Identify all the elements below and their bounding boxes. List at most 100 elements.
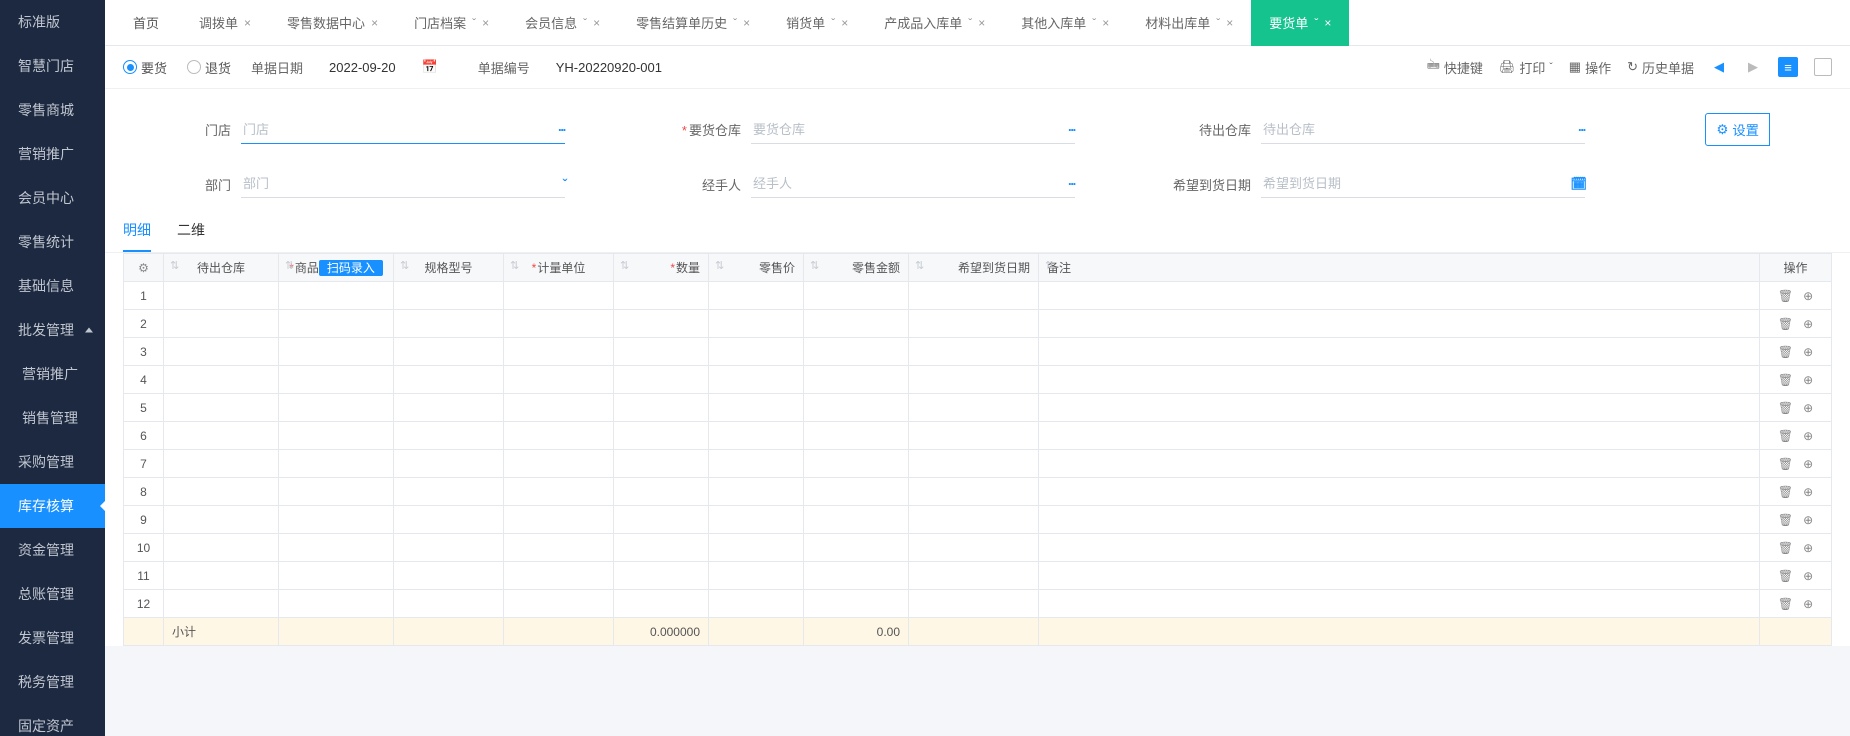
col-retail-price[interactable]: 零售价 (709, 254, 804, 282)
sidebar-item-10[interactable]: 采购管理 (0, 440, 105, 484)
sidebar-item-3[interactable]: 营销推广 (0, 132, 105, 176)
add-icon[interactable]: ⊕ (1803, 485, 1813, 499)
print-link[interactable]: 🖨打印ˇ (1499, 58, 1553, 77)
close-icon[interactable]: × (482, 16, 489, 30)
col-product[interactable]: *商品扫码录入 (279, 254, 394, 282)
sidebar-item-16[interactable]: 固定资产 (0, 704, 105, 736)
table-row[interactable]: 4🗑⊕ (124, 366, 1832, 394)
radio-return[interactable]: 退货 (187, 58, 231, 77)
close-icon[interactable]: × (841, 16, 848, 30)
delete-icon[interactable]: 🗑 (1778, 317, 1793, 331)
shortcut-link[interactable]: 🖮快捷键 (1427, 56, 1483, 78)
ellipsis-icon[interactable]: ··· (1068, 177, 1075, 192)
sidebar-item-2[interactable]: 零售商城 (0, 88, 105, 132)
add-icon[interactable]: ⊕ (1803, 317, 1813, 331)
chevron-down-icon[interactable]: ˇ (968, 16, 972, 30)
sidebar-item-11[interactable]: 库存核算 (0, 484, 105, 528)
sidebar-item-15[interactable]: 税务管理 (0, 660, 105, 704)
add-icon[interactable]: ⊕ (1803, 513, 1813, 527)
scan-badge[interactable]: 扫码录入 (319, 260, 383, 276)
add-icon[interactable]: ⊕ (1803, 569, 1813, 583)
table-row[interactable]: 10🗑⊕ (124, 534, 1832, 562)
delete-icon[interactable]: 🗑 (1778, 345, 1793, 359)
col-unit[interactable]: *计量单位 (504, 254, 614, 282)
col-out-wh[interactable]: 待出仓库 (164, 254, 279, 282)
close-icon[interactable]: × (1324, 16, 1331, 30)
chevron-down-icon[interactable]: ˇ (831, 16, 835, 30)
close-icon[interactable]: × (1102, 16, 1109, 30)
sidebar-item-1[interactable]: 智慧门店 (0, 44, 105, 88)
close-icon[interactable]: × (244, 16, 251, 30)
ellipsis-icon[interactable]: ··· (558, 122, 565, 137)
tab-6[interactable]: 产成品入库单ˇ× (866, 0, 1003, 46)
delete-icon[interactable]: 🗑 (1778, 569, 1793, 583)
col-retail-amount[interactable]: 零售金额 (804, 254, 909, 282)
close-icon[interactable]: × (743, 16, 750, 30)
add-icon[interactable]: ⊕ (1803, 597, 1813, 611)
table-row[interactable]: 6🗑⊕ (124, 422, 1832, 450)
out-warehouse-input[interactable] (1261, 116, 1585, 144)
table-row[interactable]: 5🗑⊕ (124, 394, 1832, 422)
sidebar-item-12[interactable]: 资金管理 (0, 528, 105, 572)
handler-input[interactable] (751, 170, 1075, 198)
tab-home[interactable]: 首页 (111, 0, 181, 46)
table-row[interactable]: 1🗑⊕ (124, 282, 1832, 310)
settings-button[interactable]: ⚙设置 (1705, 113, 1770, 146)
page-prev[interactable]: ◀ (1710, 59, 1728, 75)
table-row[interactable]: 2🗑⊕ (124, 310, 1832, 338)
hope-date-input[interactable] (1261, 170, 1585, 198)
col-remark[interactable]: 备注 (1039, 254, 1760, 282)
sidebar-item-9[interactable]: 销售管理 (0, 396, 105, 440)
tab-4[interactable]: 零售结算单历史ˇ× (618, 0, 768, 46)
dept-input[interactable] (241, 170, 565, 198)
delete-icon[interactable]: 🗑 (1778, 457, 1793, 471)
tab-8[interactable]: 材料出库单ˇ× (1127, 0, 1251, 46)
delete-icon[interactable]: 🗑 (1778, 485, 1793, 499)
sidebar-item-13[interactable]: 总账管理 (0, 572, 105, 616)
delete-icon[interactable]: 🗑 (1778, 373, 1793, 387)
chevron-down-icon[interactable]: ˇ (472, 16, 476, 30)
table-row[interactable]: 8🗑⊕ (124, 478, 1832, 506)
delete-icon[interactable]: 🗑 (1778, 597, 1793, 611)
ellipsis-icon[interactable]: ··· (1578, 122, 1585, 137)
req-warehouse-input[interactable] (751, 116, 1075, 144)
delete-icon[interactable]: 🗑 (1778, 401, 1793, 415)
calendar-icon[interactable]: 🗓 (1570, 176, 1585, 192)
add-icon[interactable]: ⊕ (1803, 401, 1813, 415)
tab-0[interactable]: 调拨单× (181, 0, 269, 46)
add-icon[interactable]: ⊕ (1803, 541, 1813, 555)
sidebar-item-6[interactable]: 基础信息 (0, 264, 105, 308)
expand-icon[interactable] (1814, 58, 1832, 76)
delete-icon[interactable]: 🗑 (1778, 429, 1793, 443)
sidebar-item-7[interactable]: 批发管理 (0, 308, 105, 352)
table-row[interactable]: 11🗑⊕ (124, 562, 1832, 590)
sidebar-item-4[interactable]: 会员中心 (0, 176, 105, 220)
tab-9[interactable]: 要货单ˇ× (1251, 0, 1349, 46)
add-icon[interactable]: ⊕ (1803, 289, 1813, 303)
delete-icon[interactable]: 🗑 (1778, 513, 1793, 527)
sidebar-item-8[interactable]: 营销推广 (0, 352, 105, 396)
ellipsis-icon[interactable]: ··· (1068, 122, 1075, 137)
chevron-down-icon[interactable]: ˇ (563, 177, 565, 192)
table-row[interactable]: 3🗑⊕ (124, 338, 1832, 366)
add-icon[interactable]: ⊕ (1803, 457, 1813, 471)
col-hope-date[interactable]: 希望到货日期 (909, 254, 1039, 282)
col-spec[interactable]: 规格型号 (394, 254, 504, 282)
doc-date-value[interactable]: 2022-09-20 (329, 60, 396, 75)
operate-link[interactable]: ▦操作 (1569, 58, 1611, 77)
chevron-down-icon[interactable]: ˇ (1314, 16, 1318, 30)
add-icon[interactable]: ⊕ (1803, 429, 1813, 443)
chevron-down-icon[interactable]: ˇ (733, 16, 737, 30)
page-next[interactable]: ▶ (1744, 59, 1762, 75)
store-input[interactable] (241, 116, 565, 144)
col-qty[interactable]: *数量 (614, 254, 709, 282)
col-gear[interactable]: ⚙ (124, 254, 164, 282)
radio-request[interactable]: 要货 (123, 58, 167, 77)
ctab-detail[interactable]: 明细 (123, 208, 151, 252)
add-icon[interactable]: ⊕ (1803, 373, 1813, 387)
list-view-icon[interactable]: ≡ (1778, 57, 1798, 77)
chevron-down-icon[interactable]: ˇ (1092, 16, 1096, 30)
sidebar-item-0[interactable]: 标准版 (0, 0, 105, 44)
sidebar-item-14[interactable]: 发票管理 (0, 616, 105, 660)
calendar-icon[interactable]: 📅 (422, 59, 438, 75)
